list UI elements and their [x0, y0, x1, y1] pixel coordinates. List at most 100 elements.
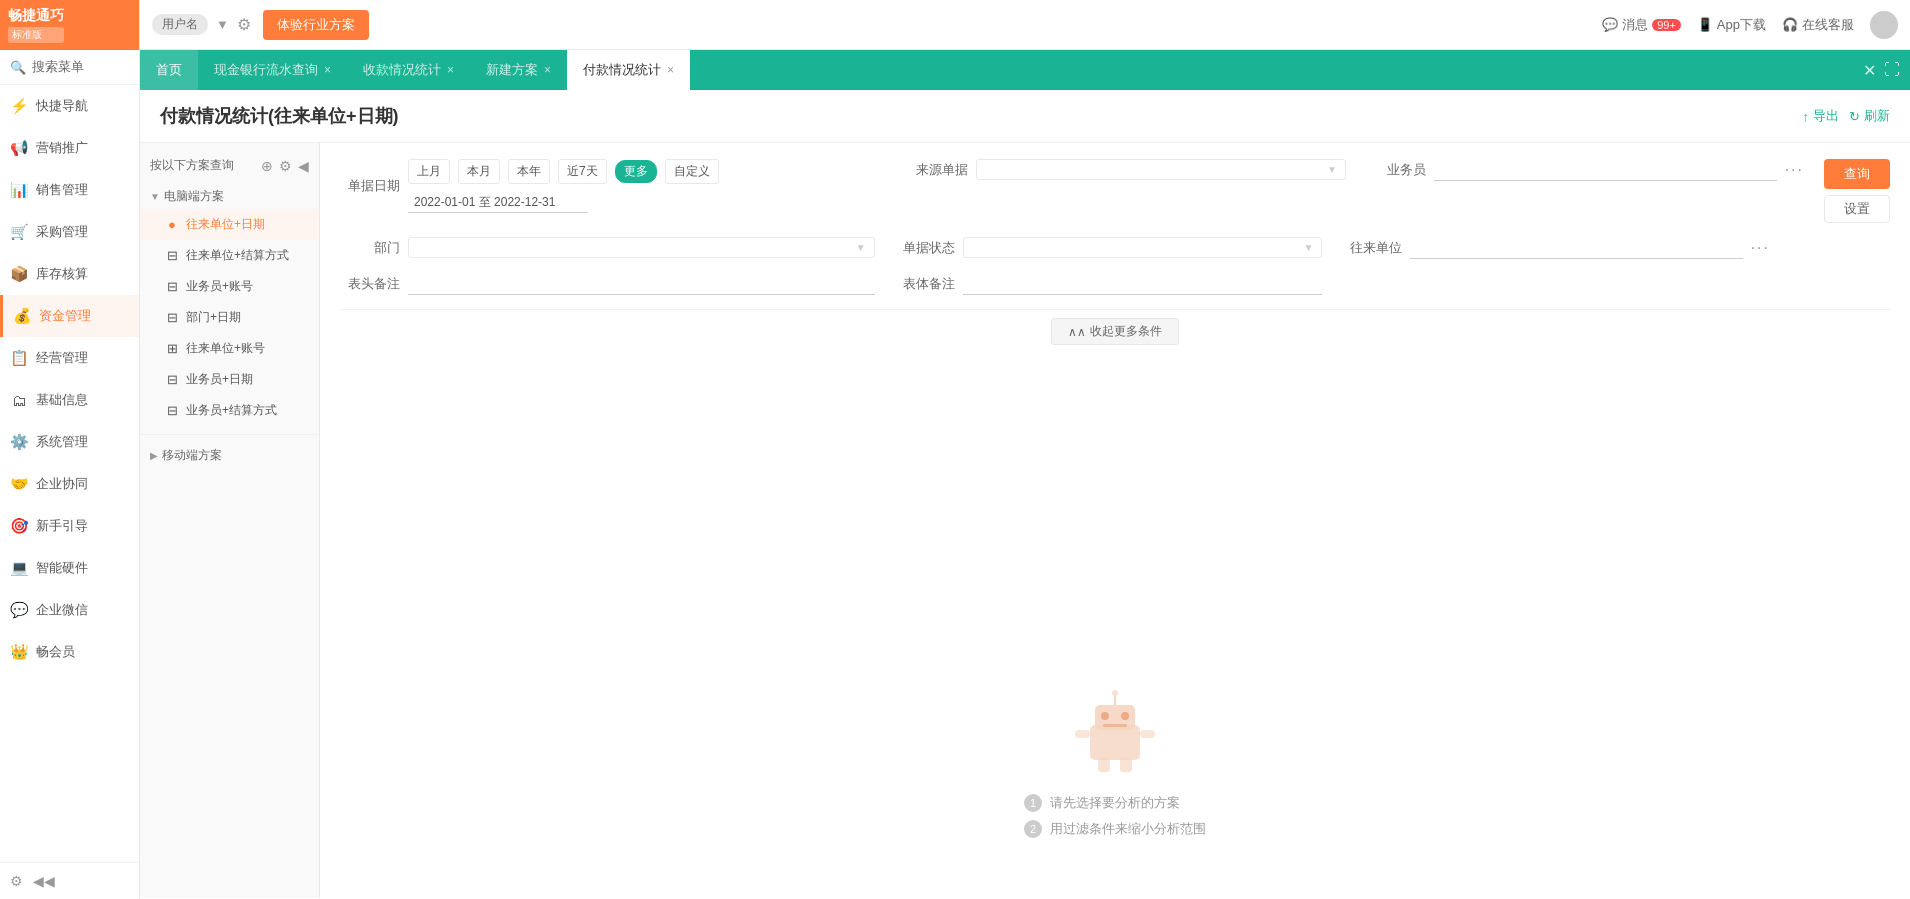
filter-partner-input[interactable]	[1410, 237, 1742, 259]
mobile-scheme-group-header[interactable]: ▶ 移动端方案	[140, 443, 319, 468]
salesman-more-btn[interactable]: ···	[1785, 161, 1804, 179]
basic-info-icon: 🗂	[10, 391, 28, 409]
desktop-scheme-group-header[interactable]: ▼ 电脑端方案	[140, 184, 319, 209]
filter-source-select[interactable]: ▼	[976, 159, 1346, 180]
tab-receipt-stats-close[interactable]: ×	[447, 63, 454, 77]
purchase-icon: 🛒	[10, 223, 28, 241]
filter-header-note-input[interactable]	[408, 273, 875, 295]
scheme-item-salesman-date[interactable]: ⊟ 业务员+日期	[140, 364, 319, 395]
date-btn-this-month[interactable]: 本月	[458, 159, 500, 184]
sidebar-item-guide[interactable]: 🎯 新手引导	[0, 505, 139, 547]
tab-bank-flow-label: 现金银行流水查询	[214, 61, 318, 79]
tab-home[interactable]: 首页	[140, 50, 198, 90]
filter-salesman-input[interactable]	[1434, 159, 1777, 181]
sidebar-item-purchase[interactable]: 🛒 采购管理	[0, 211, 139, 253]
sidebar-item-member[interactable]: 👑 畅会员	[0, 631, 139, 673]
sidebar-item-inventory[interactable]: 📦 库存核算	[0, 253, 139, 295]
sidebar-item-quick-nav[interactable]: ⚡ 快捷导航	[0, 85, 139, 127]
setting-btn[interactable]: 设置	[1824, 195, 1890, 223]
content-body: 按以下方案查询 ⊕ ⚙ ◀ ▼ 电脑端方案 ● 往来单位+日期	[140, 143, 1910, 898]
sidebar-item-operation[interactable]: 📋 经营管理	[0, 337, 139, 379]
dept-dropdown-icon: ▼	[856, 242, 866, 253]
page-title: 付款情况统计(往来单位+日期)	[160, 104, 399, 128]
date-btn-more[interactable]: 更多	[615, 160, 657, 183]
filter-status-select[interactable]: ▼	[963, 237, 1323, 258]
filter-dept-select[interactable]: ▼	[408, 237, 875, 258]
refresh-btn[interactable]: ↻ 刷新	[1849, 107, 1890, 125]
scheme-item-partner-settle[interactable]: ⊟ 往来单位+结算方式	[140, 240, 319, 271]
sidebar-item-enterprise[interactable]: 🤝 企业协同	[0, 463, 139, 505]
date-btn-this-year[interactable]: 本年	[508, 159, 550, 184]
app-download-btn[interactable]: 📱 App下载	[1697, 16, 1766, 34]
date-btn-custom[interactable]: 自定义	[665, 159, 719, 184]
sidebar-item-marketing[interactable]: 📢 营销推广	[0, 127, 139, 169]
scheme-item-label: 往来单位+结算方式	[186, 247, 289, 264]
scheme-collapse-btn[interactable]: ◀	[298, 158, 309, 174]
collapse-more-btn[interactable]: ∧∧ 收起更多条件	[1051, 318, 1179, 345]
sidebar-item-wechat[interactable]: 💬 企业微信	[0, 589, 139, 631]
date-range-input[interactable]	[408, 192, 588, 213]
tab-bank-flow[interactable]: 现金银行流水查询 ×	[198, 50, 347, 90]
sidebar-item-label: 采购管理	[36, 223, 88, 241]
search-menu-item[interactable]: 🔍 搜索菜单	[0, 50, 139, 85]
query-btn[interactable]: 查询	[1824, 159, 1890, 189]
filter-date-label: 单据日期	[340, 177, 400, 195]
svg-point-3	[1121, 712, 1129, 720]
trial-industry-btn[interactable]: 体验行业方案	[263, 10, 369, 40]
scheme-item-partner-date[interactable]: ● 往来单位+日期	[140, 209, 319, 240]
scheme-item-icon-5: ⊟	[164, 372, 180, 388]
sidebar-item-sales[interactable]: 📊 销售管理	[0, 169, 139, 211]
collapse-label: 收起更多条件	[1090, 323, 1162, 340]
desktop-scheme-group: ▼ 电脑端方案 ● 往来单位+日期 ⊟ 往来单位+结算方式 ⊟ 业务员+账号	[140, 180, 319, 430]
tab-payment-stats[interactable]: 付款情况统计 ×	[567, 50, 690, 90]
scheme-item-partner-account[interactable]: ⊞ 往来单位+账号	[140, 333, 319, 364]
online-service-label: 在线客服	[1802, 16, 1854, 34]
export-btn[interactable]: ↑ 导出	[1803, 107, 1840, 125]
date-btn-last-month[interactable]: 上月	[408, 159, 450, 184]
topbar-settings-icon[interactable]: ⚙	[237, 15, 251, 34]
search-icon: 🔍	[10, 60, 26, 75]
topbar: 用户名 ▼ ⚙ 体验行业方案 💬 消息 99+ 📱 App下载 🎧 在线客服	[140, 0, 1910, 50]
scheme-item-label: 往来单位+账号	[186, 340, 265, 357]
scheme-settings-btn[interactable]: ⚙	[279, 158, 292, 174]
sidebar-collapse-btn[interactable]: ◀◀	[33, 873, 55, 889]
sidebar-version: 标准版	[8, 27, 64, 43]
sidebar-settings-btn[interactable]: ⚙	[10, 873, 23, 889]
scheme-panel-header: 按以下方案查询 ⊕ ⚙ ◀	[140, 151, 319, 180]
online-service-btn[interactable]: 🎧 在线客服	[1782, 16, 1854, 34]
sidebar-item-label: 企业协同	[36, 475, 88, 493]
tabbar: 首页 现金银行流水查询 × 收款情况统计 × 新建方案 × 付款情况统计 × ✕…	[140, 50, 1910, 90]
capital-icon: 💰	[13, 307, 31, 325]
sidebar-item-label: 资金管理	[39, 307, 91, 325]
hardware-icon: 💻	[10, 559, 28, 577]
topbar-dropdown-icon[interactable]: ▼	[216, 17, 229, 32]
marketing-icon: 📢	[10, 139, 28, 157]
filter-row-2: 部门 ▼ 单据状态 ▼	[340, 237, 1890, 259]
mobile-scheme-group-label: 移动端方案	[162, 447, 222, 464]
tab-payment-stats-close[interactable]: ×	[667, 63, 674, 77]
tab-payment-stats-label: 付款情况统计	[583, 61, 661, 79]
tab-receipt-stats[interactable]: 收款情况统计 ×	[347, 50, 470, 90]
tab-close-all-btn[interactable]: ✕	[1863, 61, 1876, 80]
guide-icon: 🎯	[10, 517, 28, 535]
scheme-item-dept-date[interactable]: ⊟ 部门+日期	[140, 302, 319, 333]
sidebar-item-capital[interactable]: 💰 资金管理	[0, 295, 139, 337]
sidebar-item-basic-info[interactable]: 🗂 基础信息	[0, 379, 139, 421]
tab-new-scheme-close[interactable]: ×	[544, 63, 551, 77]
empty-tip-1: 1 请先选择要分析的方案	[1024, 794, 1206, 812]
scheme-item-salesman-settle[interactable]: ⊟ 业务员+结算方式	[140, 395, 319, 426]
date-btn-last7[interactable]: 近7天	[558, 159, 607, 184]
tip-num-1: 1	[1024, 794, 1042, 812]
tab-bank-flow-close[interactable]: ×	[324, 63, 331, 77]
sidebar-item-system[interactable]: ⚙️ 系统管理	[0, 421, 139, 463]
scheme-add-btn[interactable]: ⊕	[261, 158, 273, 174]
export-icon: ↑	[1803, 109, 1810, 124]
partner-more-btn[interactable]: ···	[1751, 239, 1770, 257]
notification-btn[interactable]: 💬 消息 99+	[1602, 16, 1681, 34]
filter-body-note-input[interactable]	[963, 273, 1323, 295]
scheme-item-salesman-account[interactable]: ⊟ 业务员+账号	[140, 271, 319, 302]
sidebar-item-hardware[interactable]: 💻 智能硬件	[0, 547, 139, 589]
tab-new-scheme[interactable]: 新建方案 ×	[470, 50, 567, 90]
sidebar-item-label: 销售管理	[36, 181, 88, 199]
tab-maximize-btn[interactable]: ⛶	[1884, 61, 1900, 79]
